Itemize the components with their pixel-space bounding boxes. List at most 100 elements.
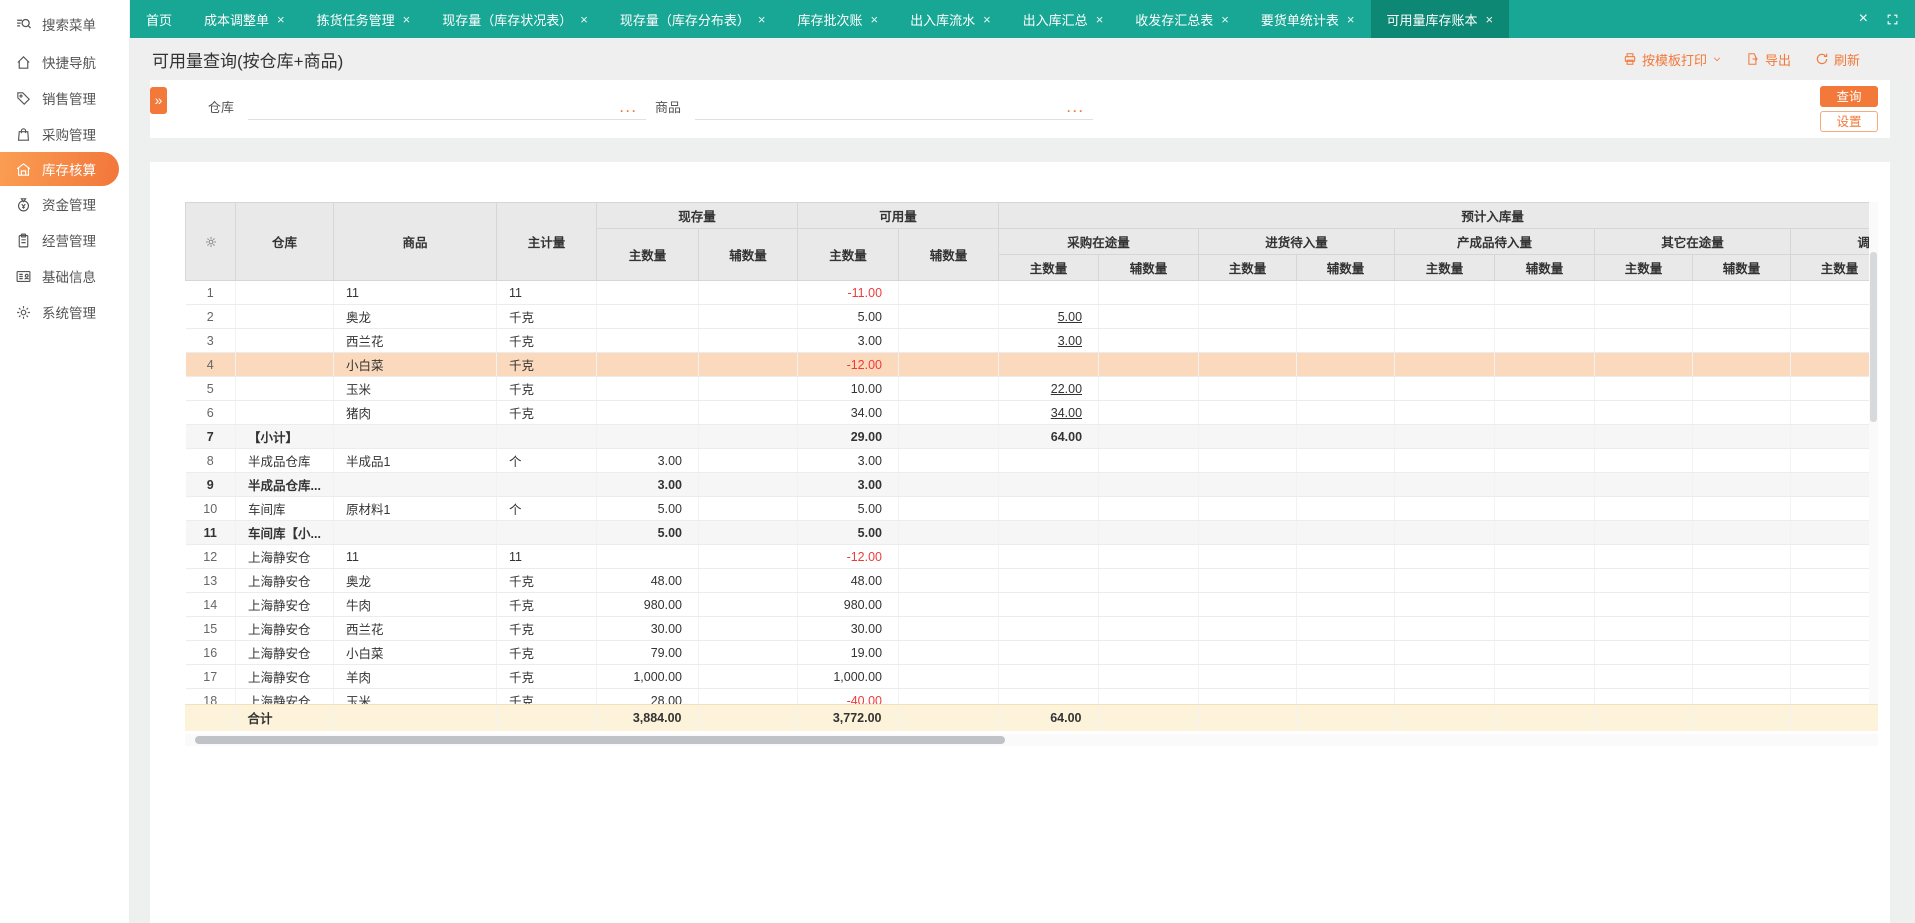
header-warehouse[interactable]: 仓库 — [235, 202, 334, 281]
close-all-icon[interactable]: × — [1859, 10, 1868, 28]
query-button[interactable]: 查询 — [1820, 86, 1878, 107]
table-row[interactable]: 6 猪肉 千克 34.00 34.00 — [185, 400, 1878, 425]
settings-button[interactable]: 设置 — [1820, 111, 1878, 132]
tab-close-icon[interactable]: × — [870, 13, 878, 26]
table-row[interactable]: 7 【小计】 29.00 64.00 — [185, 424, 1878, 449]
sidebar-item-funds[interactable]: 资金管理 — [0, 186, 129, 222]
table-row[interactable]: 2 奥龙 千克 5.00 5.00 — [185, 304, 1878, 329]
cell-po-main — [998, 280, 1100, 305]
header-po-aux[interactable]: 辅数量 — [1098, 254, 1200, 281]
tab[interactable]: 首页 — [130, 0, 188, 38]
collapse-filter-button[interactable]: » — [150, 87, 167, 114]
header-transfer-transit-group[interactable]: 调拨在途量 — [1790, 228, 1878, 255]
header-po-main[interactable]: 主数量 — [998, 254, 1100, 281]
table-row[interactable]: 18 上海静安仓 玉米 千克 28.00 -40.00 — [185, 688, 1878, 704]
cell-po-main[interactable]: 22.00 — [998, 376, 1100, 401]
table-row[interactable]: 9 半成品仓库... 3.00 3.00 — [185, 472, 1878, 497]
tab[interactable]: 出入库汇总 × — [1007, 0, 1120, 38]
tab-close-icon[interactable]: × — [277, 13, 285, 26]
tab-close-icon[interactable]: × — [1221, 13, 1229, 26]
print-by-template-button[interactable]: 按模板打印 — [1623, 50, 1722, 69]
tab[interactable]: 成本调整单 × — [188, 0, 301, 38]
cell-po-main[interactable]: 34.00 — [998, 400, 1100, 425]
header-available-group[interactable]: 可用量 — [797, 202, 1000, 229]
product-input[interactable] — [695, 96, 1094, 120]
header-available-aux[interactable]: 辅数量 — [898, 228, 1000, 281]
table-row[interactable]: 16 上海静安仓 小白菜 千克 79.00 19.00 — [185, 640, 1878, 665]
tab[interactable]: 现存量（库存分布表） × — [604, 0, 782, 38]
table-row[interactable]: 15 上海静安仓 西兰花 千克 30.00 30.00 — [185, 616, 1878, 641]
sidebar-search-menu[interactable]: 搜索菜单 — [0, 6, 129, 42]
table-row[interactable]: 8 半成品仓库 半成品1 个 3.00 3.00 — [185, 448, 1878, 473]
sidebar-item-system[interactable]: 系统管理 — [0, 294, 129, 330]
cell-available-aux — [898, 592, 1000, 617]
fullscreen-icon[interactable] — [1886, 13, 1899, 26]
sidebar-item-inventory[interactable]: 库存核算 — [0, 152, 119, 186]
header-other-main[interactable]: 主数量 — [1594, 254, 1694, 281]
table-row[interactable]: 5 玉米 千克 10.00 22.00 — [185, 376, 1878, 401]
refresh-button[interactable]: 刷新 — [1815, 50, 1860, 69]
table-row[interactable]: 14 上海静安仓 牛肉 千克 980.00 980.00 — [185, 592, 1878, 617]
table-row[interactable]: 13 上海静安仓 奥龙 千克 48.00 48.00 — [185, 568, 1878, 593]
horizontal-scrollbar-thumb[interactable] — [195, 736, 1005, 744]
header-available-main[interactable]: 主数量 — [797, 228, 900, 281]
tab[interactable]: 库存批次账 × — [781, 0, 894, 38]
header-incoming-group[interactable]: 进货待入量 — [1198, 228, 1396, 255]
cell-po-main[interactable]: 3.00 — [998, 328, 1100, 353]
header-onhand-group[interactable]: 现存量 — [595, 202, 799, 229]
header-transfer-main[interactable]: 主数量 — [1790, 254, 1878, 281]
tab[interactable]: 出入库流水 × — [894, 0, 1007, 38]
tab-close-icon[interactable]: × — [1347, 13, 1355, 26]
tab-close-icon[interactable]: × — [403, 13, 411, 26]
table-row[interactable]: 4 小白菜 千克 -12.00 — [185, 352, 1878, 377]
tab[interactable]: 收发存汇总表 × — [1119, 0, 1245, 38]
tab[interactable]: 拣货任务管理 × — [301, 0, 427, 38]
cell-product: 西兰花 — [333, 328, 497, 353]
warehouse-input[interactable] — [248, 96, 647, 120]
sidebar-item-quick-nav[interactable]: 快捷导航 — [0, 44, 129, 80]
table-row[interactable]: 3 西兰花 千克 3.00 3.00 — [185, 328, 1878, 353]
product-picker-icon[interactable]: ··· — [1067, 105, 1085, 117]
header-onhand-aux[interactable]: 辅数量 — [697, 228, 799, 281]
cell-onhand-main: 48.00 — [596, 568, 699, 593]
header-po-transit-group[interactable]: 采购在途量 — [998, 228, 1200, 255]
sidebar-item-purchase[interactable]: 采购管理 — [0, 116, 129, 152]
tab-close-icon[interactable]: × — [1486, 13, 1494, 26]
table-row[interactable]: 10 车间库 原材料1 个 5.00 5.00 — [185, 496, 1878, 521]
tab-close-icon[interactable]: × — [580, 13, 588, 26]
sidebar-item-base-info[interactable]: 基础信息 — [0, 258, 129, 294]
export-button[interactable]: 导出 — [1746, 50, 1791, 69]
header-expected-group[interactable]: 预计入库量 — [998, 202, 1878, 229]
cell-transfer-main — [1790, 424, 1878, 449]
table-row[interactable]: 17 上海静安仓 羊肉 千克 1,000.00 1,000.00 — [185, 664, 1878, 689]
vertical-scrollbar-thumb[interactable] — [1870, 252, 1877, 422]
warehouse-picker-icon[interactable]: ··· — [620, 105, 638, 117]
tab[interactable]: 现存量（库存状况表） × — [426, 0, 604, 38]
header-product[interactable]: 商品 — [333, 202, 497, 281]
cell-po-main[interactable]: 5.00 — [998, 304, 1100, 329]
table-row[interactable]: 1 11 11 -11.00 — [185, 280, 1878, 305]
header-finished-main[interactable]: 主数量 — [1394, 254, 1496, 281]
header-other-transit-group[interactable]: 其它在途量 — [1594, 228, 1792, 255]
header-incoming-main[interactable]: 主数量 — [1198, 254, 1298, 281]
header-onhand-main[interactable]: 主数量 — [596, 228, 699, 281]
tab[interactable]: 可用量库存账本 × — [1370, 0, 1510, 38]
tab-close-icon[interactable]: × — [983, 13, 991, 26]
sidebar-item-label: 快捷导航 — [42, 56, 96, 71]
tab-close-icon[interactable]: × — [758, 13, 766, 26]
header-unit[interactable]: 主计量 — [496, 202, 597, 281]
column-settings-gear[interactable] — [185, 202, 236, 281]
header-other-aux[interactable]: 辅数量 — [1692, 254, 1792, 281]
header-incoming-aux[interactable]: 辅数量 — [1296, 254, 1396, 281]
header-finished-group[interactable]: 产成品待入量 — [1394, 228, 1596, 255]
table-row[interactable]: 11 车间库【小... 5.00 5.00 — [185, 520, 1878, 545]
table-row[interactable]: 12 上海静安仓 11 11 -12.00 — [185, 544, 1878, 569]
header-finished-aux[interactable]: 辅数量 — [1494, 254, 1596, 281]
tab[interactable]: 要货单统计表 × — [1245, 0, 1371, 38]
sidebar-item-sales[interactable]: 销售管理 — [0, 80, 129, 116]
chevron-down-icon[interactable] — [1712, 54, 1722, 64]
cell-available-main: 980.00 — [797, 592, 900, 617]
tab-close-icon[interactable]: × — [1096, 13, 1104, 26]
cell-transfer-main — [1790, 544, 1878, 569]
sidebar-item-operations[interactable]: 经营管理 — [0, 222, 129, 258]
